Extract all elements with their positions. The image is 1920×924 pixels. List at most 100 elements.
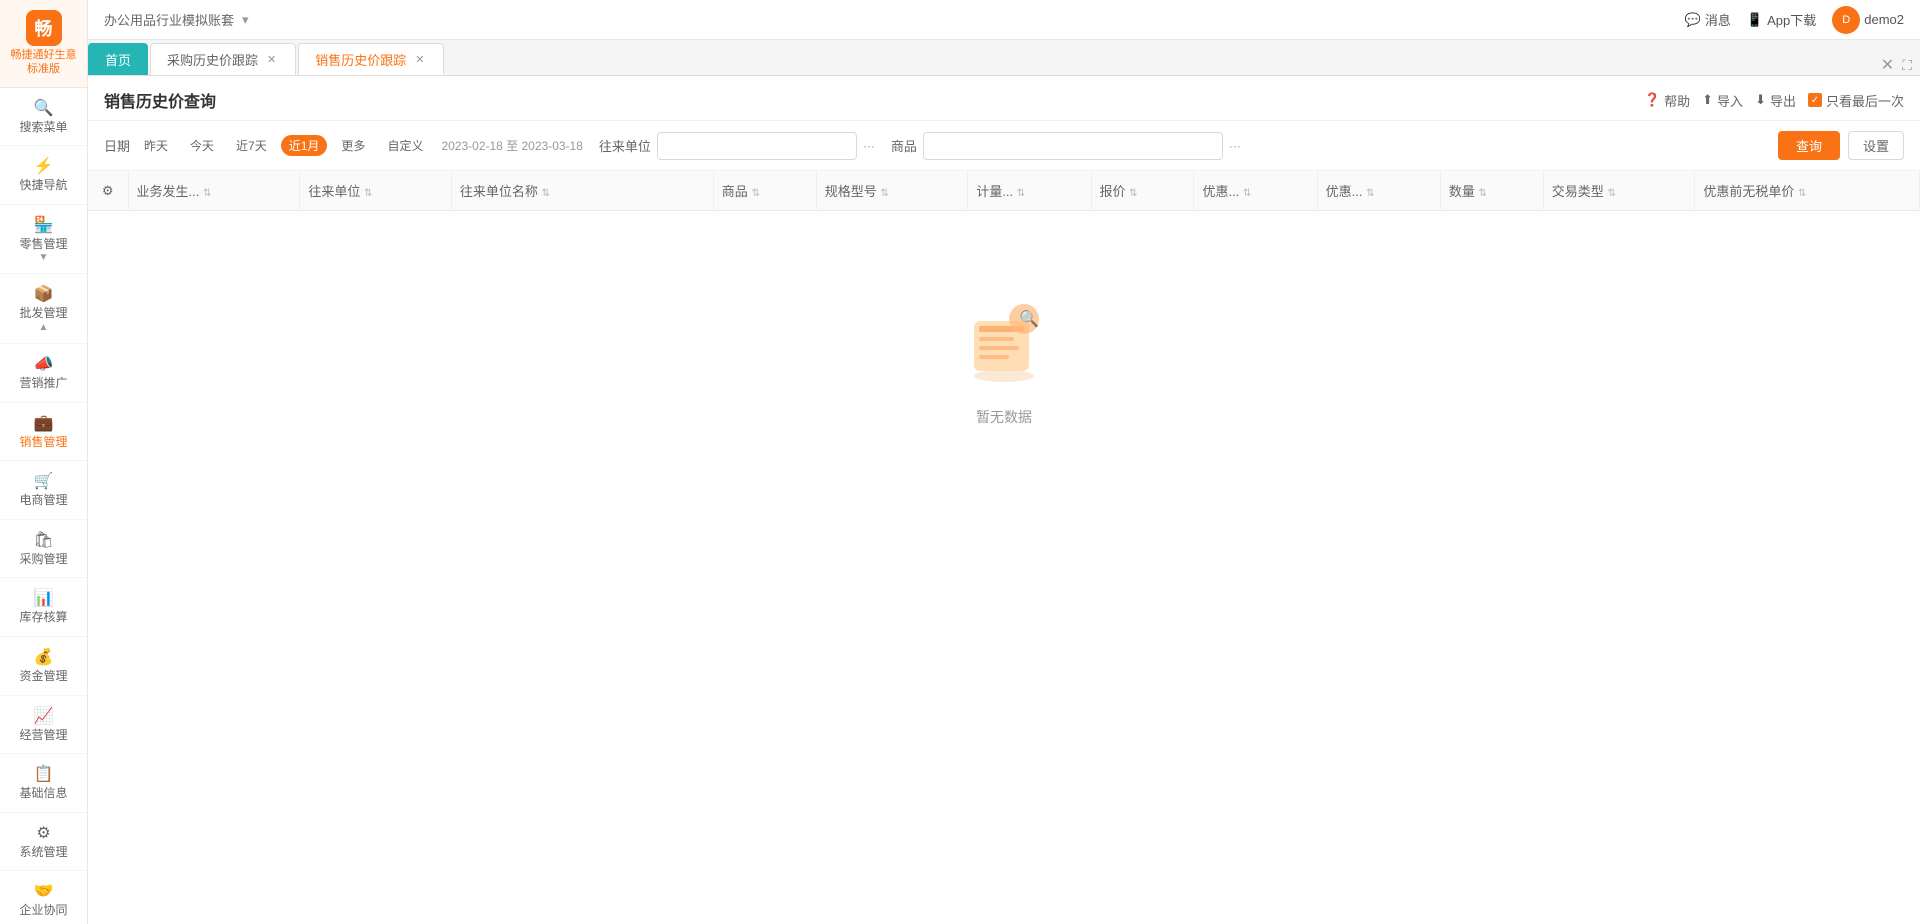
sort-trade-type-icon[interactable]: ⇅ — [1607, 188, 1615, 199]
table-header-row: ⚙ 业务发生... ⇅ 往来单位 ⇅ 往来单位名称 ⇅ — [88, 171, 1920, 211]
tab-sales-label: 销售历史价跟踪 — [315, 50, 406, 69]
chevron-down-icon: ▼ — [39, 252, 49, 263]
import-icon: ⬆ — [1702, 92, 1713, 108]
export-icon: ⬇ — [1755, 92, 1766, 108]
sidebar-item-wholesale[interactable]: 📦 批发管理 ▲ — [0, 274, 87, 344]
app-download-button[interactable]: 📱 App下载 — [1747, 10, 1816, 29]
sidebar-item-retail-label: 零售管理 — [19, 237, 67, 253]
col-discount1[interactable]: 优惠... ⇅ — [1194, 171, 1317, 211]
partner-input[interactable] — [657, 132, 857, 160]
date-btn-7days[interactable]: 近7天 — [228, 135, 275, 156]
sidebar-item-enterprise-label: 企业协同 — [19, 903, 67, 919]
sidebar-item-basics[interactable]: 📋 基础信息 — [0, 754, 87, 813]
partner-dots[interactable]: ··· — [863, 139, 875, 153]
sidebar-item-retail[interactable]: 🏪 零售管理 ▼ — [0, 205, 87, 275]
user-profile[interactable]: D demo2 — [1832, 6, 1904, 34]
empty-state: 🔍 暂无数据 — [88, 211, 1920, 507]
date-btn-1month[interactable]: 近1月 — [281, 135, 328, 156]
col-unit[interactable]: 计量... ⇅ — [968, 171, 1091, 211]
sort-unit-icon[interactable]: ⇅ — [1017, 188, 1025, 199]
col-spec[interactable]: 规格型号 ⇅ — [816, 171, 968, 211]
only-last-checkbox[interactable]: ✓ 只看最后一次 — [1808, 91, 1904, 110]
purchase-icon: 🛍 — [33, 530, 53, 550]
help-button[interactable]: ❓ 帮助 — [1644, 91, 1690, 110]
date-btn-yesterday[interactable]: 昨天 — [136, 135, 176, 156]
sort-no-tax-price-icon[interactable]: ⇅ — [1798, 188, 1806, 199]
logo-icon: 畅 — [26, 10, 62, 46]
page-content: 销售历史价查询 ❓ 帮助 ⬆ 导入 ⬇ 导出 ✓ 只看最后一次 — [88, 76, 1920, 924]
sidebar-item-purchase[interactable]: 🛍 采购管理 — [0, 520, 87, 579]
col-discount2[interactable]: 优惠... ⇅ — [1317, 171, 1440, 211]
import-button[interactable]: ⬆ 导入 — [1702, 91, 1743, 110]
goods-dots[interactable]: ··· — [1229, 139, 1241, 153]
finance-icon: 💰 — [34, 647, 54, 667]
partner-filter-label: 往来单位 — [599, 136, 651, 155]
col-no-tax-price[interactable]: 优惠前无税单价 ⇅ — [1695, 171, 1920, 211]
tab-sales-close-icon[interactable]: ✕ — [412, 52, 427, 67]
sidebar-item-enterprise[interactable]: 🤝 企业协同 — [0, 871, 87, 924]
sidebar-item-finance[interactable]: 💰 资金管理 — [0, 637, 87, 696]
col-goods[interactable]: 商品 ⇅ — [713, 171, 816, 211]
page-title: 销售历史价查询 — [104, 88, 216, 112]
col-price[interactable]: 报价 ⇅ — [1091, 171, 1194, 211]
tab-actions: ✕ ⛶ — [446, 55, 1920, 75]
sidebar-item-shortcut-label: 快捷导航 — [19, 178, 67, 194]
sort-partner-code-icon[interactable]: ⇅ — [364, 188, 372, 199]
empty-svg-icon: 🔍 — [954, 291, 1054, 391]
tab-home[interactable]: 首页 — [88, 43, 148, 75]
sidebar-item-search[interactable]: 🔍 搜索菜单 — [0, 88, 87, 147]
export-button[interactable]: ⬇ 导出 — [1755, 91, 1796, 110]
sales-icon: 💼 — [34, 413, 54, 433]
sidebar-item-ecommerce[interactable]: 🛒 电商管理 — [0, 461, 87, 520]
settings-button[interactable]: 设置 — [1848, 131, 1904, 160]
message-button[interactable]: 💬 消息 — [1685, 10, 1731, 29]
col-trade-type[interactable]: 交易类型 ⇅ — [1543, 171, 1695, 211]
sort-quantity-icon[interactable]: ⇅ — [1479, 188, 1487, 199]
sidebar-item-operations-label: 经营管理 — [19, 728, 67, 744]
system-icon: ⚙ — [36, 823, 50, 843]
sidebar-item-system[interactable]: ⚙ 系统管理 — [0, 813, 87, 872]
sort-price-icon[interactable]: ⇅ — [1129, 188, 1137, 199]
sidebar-item-operations[interactable]: 📈 经营管理 — [0, 696, 87, 755]
wholesale-icon: 📦 — [34, 284, 54, 304]
sidebar-item-sales[interactable]: 💼 销售管理 — [0, 403, 87, 462]
goods-input[interactable] — [923, 132, 1223, 160]
gear-icon[interactable]: ⚙ — [102, 183, 114, 198]
col-quantity[interactable]: 数量 ⇅ — [1440, 171, 1543, 211]
dropdown-icon[interactable]: ▾ — [242, 12, 249, 28]
retail-icon: 🏪 — [34, 215, 54, 235]
sidebar-item-shortcut[interactable]: ⚡ 快捷导航 — [0, 146, 87, 205]
marketing-icon: 📣 — [34, 354, 54, 374]
close-window-icon[interactable]: ✕ — [1881, 55, 1894, 75]
topbar-right: 💬 消息 📱 App下载 D demo2 — [1685, 6, 1904, 34]
maximize-icon[interactable]: ⛶ — [1902, 57, 1912, 74]
table-head: ⚙ 业务发生... ⇅ 往来单位 ⇅ 往来单位名称 ⇅ — [88, 171, 1920, 211]
sort-discount1-icon[interactable]: ⇅ — [1243, 188, 1251, 199]
sort-goods-icon[interactable]: ⇅ — [751, 188, 759, 199]
sort-discount2-icon[interactable]: ⇅ — [1366, 188, 1374, 199]
chevron-up-icon: ▲ — [39, 322, 49, 333]
col-partner-name[interactable]: 往来单位名称 ⇅ — [451, 171, 713, 211]
date-btn-custom[interactable]: 自定义 — [379, 135, 431, 156]
sort-spec-icon[interactable]: ⇅ — [880, 188, 888, 199]
app-name: 办公用品行业模拟账套 — [104, 10, 234, 29]
sidebar-item-marketing[interactable]: 📣 营销推广 — [0, 344, 87, 403]
message-icon: 💬 — [1685, 12, 1701, 28]
table-container: ⚙ 业务发生... ⇅ 往来单位 ⇅ 往来单位名称 ⇅ — [88, 171, 1920, 924]
tab-purchase-close-icon[interactable]: ✕ — [264, 52, 279, 67]
tab-sales-history[interactable]: 销售历史价跟踪 ✕ — [298, 43, 444, 75]
sort-date-icon[interactable]: ⇅ — [203, 188, 211, 199]
col-settings[interactable]: ⚙ — [88, 171, 128, 211]
col-date[interactable]: 业务发生... ⇅ — [128, 171, 300, 211]
shortcut-icon: ⚡ — [34, 156, 54, 176]
query-button[interactable]: 查询 — [1778, 131, 1840, 160]
filter-area: 日期 昨天 今天 近7天 近1月 更多 自定义 2023-02-18 至 202… — [88, 121, 1920, 171]
sidebar-item-inventory[interactable]: 📊 库存核算 — [0, 578, 87, 637]
col-partner-code[interactable]: 往来单位 ⇅ — [300, 171, 452, 211]
sort-partner-name-icon[interactable]: ⇅ — [542, 188, 550, 199]
tab-purchase-history[interactable]: 采购历史价跟踪 ✕ — [150, 43, 296, 75]
date-btn-today[interactable]: 今天 — [182, 135, 222, 156]
date-btn-more[interactable]: 更多 — [333, 135, 373, 156]
tab-purchase-label: 采购历史价跟踪 — [167, 50, 258, 69]
partner-filter-group: 往来单位 ··· — [599, 132, 875, 160]
